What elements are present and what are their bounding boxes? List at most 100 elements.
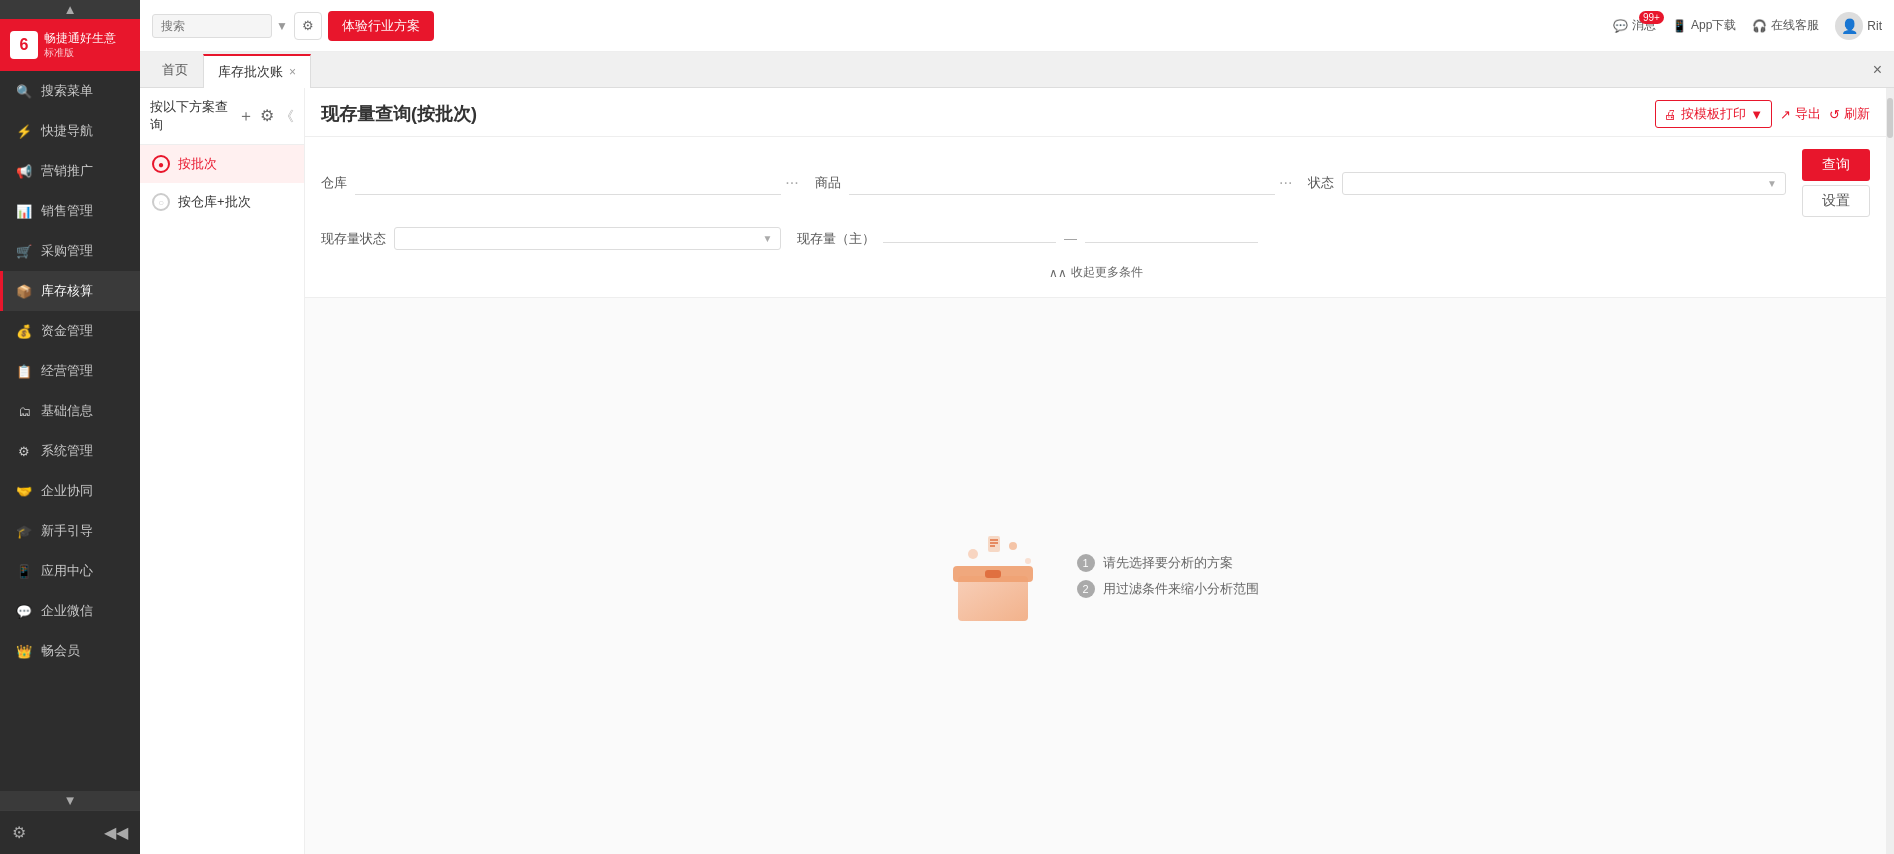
app-download-button[interactable]: 📱 App下载 — [1672, 17, 1736, 34]
collapse-sidebar-button[interactable]: ◀◀ — [100, 819, 132, 846]
enterprise-icon: 🤝 — [15, 482, 33, 500]
svg-rect-2 — [985, 570, 1001, 578]
page-close-button[interactable]: × — [1873, 62, 1882, 78]
tab-inventory-batch[interactable]: 库存批次账 × — [203, 54, 311, 88]
system-icon: ⚙ — [15, 442, 33, 460]
filter-settings-button[interactable]: 设置 — [1802, 185, 1870, 217]
warehouse-filter-label: 仓库 — [321, 174, 347, 192]
collapse-more-button[interactable]: ∧∧ 收起更多条件 — [321, 260, 1870, 285]
scheme-item-batch[interactable]: ● 按批次 — [140, 145, 304, 183]
status-filter-select[interactable]: ▼ — [1342, 172, 1786, 195]
sidebar-nav: 🔍 搜索菜单 ⚡ 快捷导航 📢 营销推广 📊 销售管理 🛒 采购管理 📦 库存核… — [0, 71, 140, 791]
empty-tips: 1 请先选择要分析的方案 2 用过滤条件来缩小分析范围 — [1077, 554, 1259, 598]
page-header-actions: 🖨 按模板打印 ▼ ↗ 导出 ↺ 刷新 — [1655, 100, 1870, 128]
tab-close-icon[interactable]: × — [289, 65, 296, 79]
user-name: Rit — [1867, 19, 1882, 33]
sidebar-item-marketing[interactable]: 📢 营销推广 — [0, 151, 140, 191]
left-panel-title: 按以下方案查询 — [150, 98, 238, 134]
scheme-settings-button[interactable]: ⚙ — [260, 108, 274, 124]
app-brand: 畅捷通好生意 标准版 — [44, 31, 116, 60]
empty-tip-1: 1 请先选择要分析的方案 — [1077, 554, 1259, 572]
stock-status-filter-label: 现存量状态 — [321, 230, 386, 248]
scrollbar-thumb[interactable] — [1887, 98, 1893, 138]
filter-group-warehouse: 仓库 ··· — [321, 171, 799, 195]
topbar: ▼ ⚙ 体验行业方案 💬 消息 99+ 📱 App下载 🎧 在线客服 👤 Rit — [140, 0, 1894, 52]
stock-quantity-dash: — — [1064, 231, 1077, 246]
sidebar-item-quicknav[interactable]: ⚡ 快捷导航 — [0, 111, 140, 151]
svg-point-3 — [968, 549, 978, 559]
stock-quantity-filter-label: 现存量（主） — [797, 230, 875, 248]
finance-icon: 💰 — [15, 322, 33, 340]
tab-home[interactable]: 首页 — [148, 52, 203, 88]
svg-point-4 — [1009, 542, 1017, 550]
add-scheme-button[interactable]: ＋ — [238, 108, 254, 124]
tabbar: 首页 库存批次账 × × — [140, 52, 1894, 88]
messages-badge: 99+ — [1639, 11, 1664, 24]
messages-button[interactable]: 💬 消息 99+ — [1613, 17, 1656, 34]
print-button[interactable]: 🖨 按模板打印 ▼ — [1655, 100, 1772, 128]
side-scrollbar[interactable] — [1886, 88, 1894, 854]
query-button[interactable]: 查询 — [1802, 149, 1870, 181]
product-filter-input[interactable] — [849, 171, 1275, 195]
topbar-search-input[interactable] — [152, 14, 272, 38]
topbar-right: 💬 消息 99+ 📱 App下载 🎧 在线客服 👤 Rit — [1613, 12, 1882, 40]
filter-group-status: 状态 ▼ — [1308, 172, 1786, 195]
online-service-button[interactable]: 🎧 在线客服 — [1752, 17, 1819, 34]
sidebar-item-purchase[interactable]: 🛒 采购管理 — [0, 231, 140, 271]
settings-footer-button[interactable]: ⚙ — [8, 819, 30, 846]
product-filter-label: 商品 — [815, 174, 841, 192]
stock-status-filter-select[interactable]: ▼ — [394, 227, 781, 250]
svg-rect-0 — [958, 576, 1028, 621]
member-icon: 👑 — [15, 642, 33, 660]
topbar-search-area: ▼ — [152, 14, 288, 38]
refresh-button[interactable]: ↺ 刷新 — [1829, 105, 1870, 123]
sidebar-item-sales[interactable]: 📊 销售管理 — [0, 191, 140, 231]
product-dots-button[interactable]: ··· — [1279, 174, 1292, 192]
collapse-panel-button[interactable]: 《 — [280, 109, 294, 123]
sidebar-item-search[interactable]: 🔍 搜索菜单 — [0, 71, 140, 111]
app-logo: 6 — [10, 31, 38, 59]
filter-area: 仓库 ··· 商品 ··· 状态 ▼ — [305, 137, 1886, 298]
sidebar-item-basic[interactable]: 🗂 基础信息 — [0, 391, 140, 431]
printer-icon: 🖨 — [1664, 107, 1677, 122]
trial-btn[interactable]: 体验行业方案 — [328, 11, 434, 41]
stock-quantity-max-value[interactable] — [1085, 234, 1258, 243]
warehouse-filter-input[interactable] — [355, 171, 781, 195]
sidebar-item-finance[interactable]: 💰 资金管理 — [0, 311, 140, 351]
sidebar-item-inventory[interactable]: 📦 库存核算 — [0, 271, 140, 311]
refresh-icon: ↺ — [1829, 107, 1840, 122]
sales-icon: 📊 — [15, 202, 33, 220]
sidebar-item-weixin[interactable]: 💬 企业微信 — [0, 591, 140, 631]
scheme-inactive-icon: ○ — [152, 193, 170, 211]
export-button[interactable]: ↗ 导出 — [1780, 105, 1821, 123]
stock-status-select-arrow: ▼ — [762, 233, 772, 244]
scheme-label: 按仓库+批次 — [178, 193, 251, 211]
user-area[interactable]: 👤 Rit — [1835, 12, 1882, 40]
download-icon: 📱 — [1672, 19, 1687, 33]
stock-quantity-min-value[interactable] — [883, 234, 1056, 243]
sidebar-item-enterprise[interactable]: 🤝 企业协同 — [0, 471, 140, 511]
sidebar-item-newbie[interactable]: 🎓 新手引导 — [0, 511, 140, 551]
purchase-icon: 🛒 — [15, 242, 33, 260]
sidebar-item-operations[interactable]: 📋 经营管理 — [0, 351, 140, 391]
status-select-arrow: ▼ — [1767, 178, 1777, 189]
topbar-gear-button[interactable]: ⚙ — [294, 12, 322, 40]
scheme-active-icon: ● — [152, 155, 170, 173]
filter-group-product: 商品 ··· — [815, 171, 1293, 195]
basic-icon: 🗂 — [15, 402, 33, 420]
sidebar-item-member[interactable]: 👑 畅会员 — [0, 631, 140, 671]
status-filter-label: 状态 — [1308, 174, 1334, 192]
left-panel-header: 按以下方案查询 ＋ ⚙ 《 — [140, 88, 304, 145]
headset-icon: 🎧 — [1752, 19, 1767, 33]
sidebar-scroll-down[interactable]: ▼ — [0, 791, 140, 810]
sidebar-header: 6 畅捷通好生意 标准版 — [0, 19, 140, 71]
sidebar-item-appstore[interactable]: 📱 应用中心 — [0, 551, 140, 591]
scheme-item-warehouse-batch[interactable]: ○ 按仓库+批次 — [140, 183, 304, 221]
warehouse-dots-button[interactable]: ··· — [785, 174, 798, 192]
empty-state: 1 请先选择要分析的方案 2 用过滤条件来缩小分析范围 — [305, 298, 1886, 854]
empty-illustration — [933, 526, 1053, 626]
sidebar-scroll-up[interactable]: ▲ — [0, 0, 140, 19]
sidebar-item-system[interactable]: ⚙ 系统管理 — [0, 431, 140, 471]
topbar-chevron-icon[interactable]: ▼ — [276, 19, 288, 33]
avatar: 👤 — [1835, 12, 1863, 40]
